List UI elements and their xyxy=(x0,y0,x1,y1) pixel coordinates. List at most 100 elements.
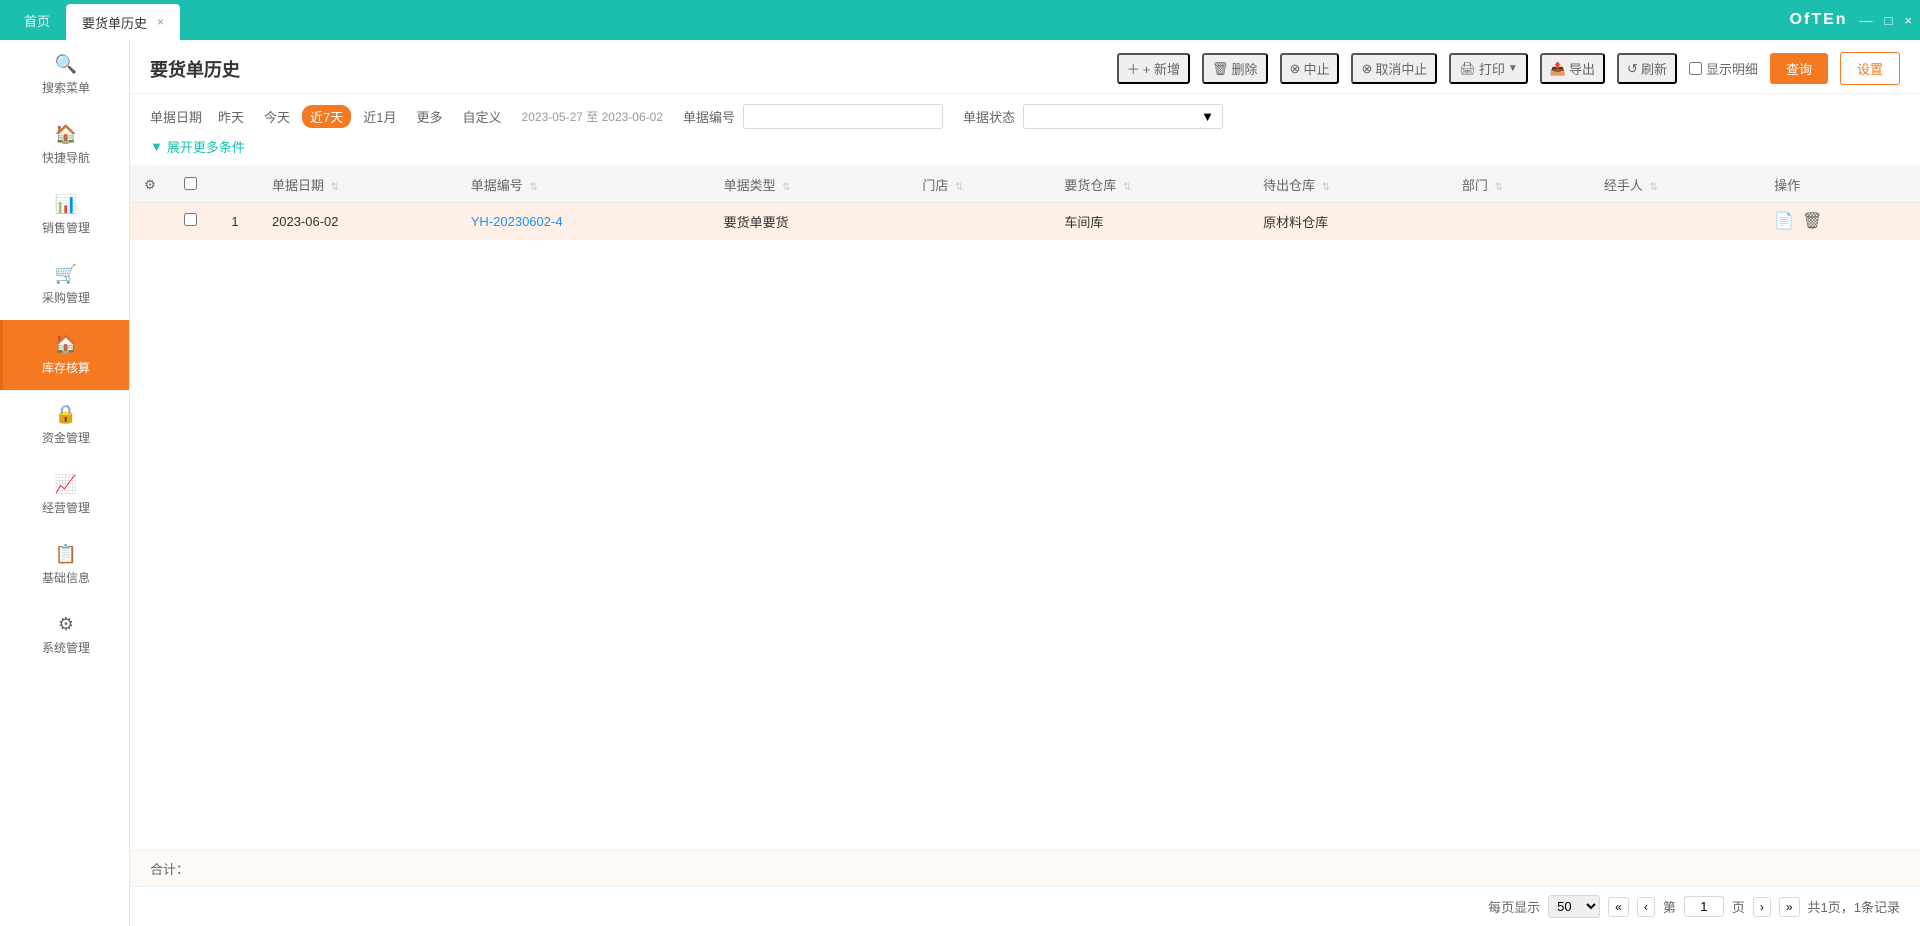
last-page-btn[interactable]: » xyxy=(1779,897,1800,917)
billtype-sort-icon[interactable]: ⇅ xyxy=(782,182,790,193)
window-close-icon[interactable]: × xyxy=(1904,13,1912,28)
system-mgmt-icon: ⚙ xyxy=(58,614,74,635)
sidebar-item-finance-mgmt[interactable]: 🔒 资金管理 xyxy=(0,390,129,460)
new-label: + 新增 xyxy=(1143,59,1180,78)
new-icon: ＋ xyxy=(1127,59,1140,78)
row-handler xyxy=(1592,203,1762,240)
th-settings: ⚙ xyxy=(130,167,170,203)
sidebar-item-purchase-mgmt[interactable]: 🛒 采购管理 xyxy=(0,250,129,320)
select-all-checkbox[interactable] xyxy=(184,177,197,190)
row-select-checkbox[interactable] xyxy=(184,213,197,226)
th-bill-no: 单据编号 ⇅ xyxy=(459,167,712,203)
page-input[interactable] xyxy=(1684,896,1724,917)
stop-icon: ⊗ xyxy=(1290,61,1301,77)
date-btn-custom[interactable]: 自定义 xyxy=(455,105,510,128)
sidebar-item-basic-info-label: 基础信息 xyxy=(42,569,90,586)
column-settings-icon[interactable]: ⚙ xyxy=(144,177,156,192)
bill-no-input[interactable] xyxy=(743,104,943,129)
sidebar-item-basic-info[interactable]: 📋 基础信息 xyxy=(0,530,129,600)
main-layout: 🔍 搜索菜单 🏠 快捷导航 📊 销售管理 🛒 采购管理 🏠 库存核算 🔒 资金管… xyxy=(0,40,1920,926)
expand-more-btn[interactable]: ▼ 展开更多条件 xyxy=(150,137,1900,156)
query-button[interactable]: 查询 xyxy=(1770,53,1828,84)
sidebar-item-system-mgmt[interactable]: ⚙ 系统管理 xyxy=(0,600,129,670)
next-page-btn[interactable]: › xyxy=(1753,897,1771,917)
sidebar-item-inventory[interactable]: 🏠 库存核算 xyxy=(0,320,129,390)
display-detail-label: 显示明细 xyxy=(1706,59,1758,78)
th-index xyxy=(210,167,260,203)
date-btn-today[interactable]: 今天 xyxy=(256,105,298,128)
total-info: 共1页，1条记录 xyxy=(1808,897,1900,916)
new-button[interactable]: ＋ + 新增 xyxy=(1117,53,1190,84)
prev-page-btn[interactable]: ‹ xyxy=(1637,897,1655,917)
billno-sort-icon[interactable]: ⇅ xyxy=(529,182,537,193)
cancel-stop-icon: ⊗ xyxy=(1361,61,1372,77)
sidebar-item-search-menu[interactable]: 🔍 搜索菜单 xyxy=(0,40,129,110)
pendingwh-sort-icon[interactable]: ⇅ xyxy=(1322,182,1330,193)
table-body: 1 2023-06-02 YH-20230602-4 要货单要货 车间库 原材料… xyxy=(130,203,1920,240)
row-settings xyxy=(130,203,170,240)
per-page-select[interactable]: 50 100 xyxy=(1548,895,1600,918)
filter-area: 单据日期 昨天 今天 近7天 近1月 更多 自定义 2023-05-27 至 2… xyxy=(130,94,1920,167)
th-bill-type: 单据类型 ⇅ xyxy=(712,167,911,203)
handler-sort-icon[interactable]: ⇅ xyxy=(1650,182,1658,193)
bill-status-select[interactable]: ▼ xyxy=(1023,104,1223,129)
sidebar-item-inventory-label: 库存核算 xyxy=(42,359,90,376)
refresh-icon: ↺ xyxy=(1627,61,1638,77)
tab-bill-history[interactable]: 要货单历史 × xyxy=(66,4,180,40)
row-edit-icon[interactable]: 📄 xyxy=(1774,211,1794,231)
refresh-button[interactable]: ↺ 刷新 xyxy=(1617,53,1677,84)
display-detail-toggle[interactable]: 显示明细 xyxy=(1689,59,1758,78)
print-button[interactable]: 🖨 打印 ▼ xyxy=(1449,53,1527,84)
row-delete-icon[interactable]: 🗑 xyxy=(1802,211,1822,231)
date-btn-yesterday[interactable]: 昨天 xyxy=(210,105,252,128)
delete-label: 删除 xyxy=(1232,59,1258,78)
sidebar-item-quick-nav[interactable]: 🏠 快捷导航 xyxy=(0,110,129,180)
date-filter-label: 单据日期 xyxy=(150,107,202,126)
search-menu-icon: 🔍 xyxy=(55,54,77,75)
stop-button[interactable]: ⊗ 中止 xyxy=(1280,53,1340,84)
date-btn-7days[interactable]: 近7天 xyxy=(302,105,351,128)
export-label: 导出 xyxy=(1569,59,1595,78)
date-buttons: 昨天 今天 近7天 近1月 更多 自定义 xyxy=(210,105,510,128)
export-button[interactable]: 📤 导出 xyxy=(1540,53,1605,84)
print-label: 打印 xyxy=(1479,59,1505,78)
delete-button[interactable]: 🗑 删除 xyxy=(1202,53,1268,84)
window-maximize-icon[interactable]: □ xyxy=(1885,13,1893,28)
cancel-stop-button[interactable]: ⊗ 取消中止 xyxy=(1351,53,1437,84)
row-department xyxy=(1450,203,1592,240)
bill-no-link[interactable]: YH-20230602-4 xyxy=(471,214,563,229)
tab-close-icon[interactable]: × xyxy=(157,15,164,29)
sidebar-item-purchase-mgmt-label: 采购管理 xyxy=(42,289,90,306)
operations-mgmt-icon: 📈 xyxy=(55,474,77,495)
row-actions: 📄 🗑 xyxy=(1762,203,1920,240)
store-sort-icon[interactable]: ⇅ xyxy=(955,182,963,193)
purchase-mgmt-icon: 🛒 xyxy=(55,264,77,285)
row-index: 1 xyxy=(210,203,260,240)
date-btn-1month[interactable]: 近1月 xyxy=(355,105,404,128)
setting-button[interactable]: 设置 xyxy=(1840,52,1900,85)
page-header: 要货单历史 ＋ + 新增 🗑 删除 ⊗ 中止 ⊗ 取消中止 xyxy=(130,40,1920,94)
reqwh-sort-icon[interactable]: ⇅ xyxy=(1123,182,1131,193)
toolbar: ＋ + 新增 🗑 删除 ⊗ 中止 ⊗ 取消中止 🖨 打印 xyxy=(1117,52,1900,85)
row-store xyxy=(910,203,1052,240)
sidebar-item-operations-mgmt[interactable]: 📈 经营管理 xyxy=(0,460,129,530)
tab-home[interactable]: 首页 xyxy=(8,0,66,40)
summary-label: 合计： xyxy=(150,862,189,877)
date-sort-icon[interactable]: ⇅ xyxy=(331,182,339,193)
bill-status-dropdown-icon: ▼ xyxy=(1201,109,1214,124)
display-detail-checkbox[interactable] xyxy=(1689,62,1702,75)
print-icon: 🖨 xyxy=(1459,61,1476,77)
date-btn-more[interactable]: 更多 xyxy=(409,105,451,128)
sidebar-item-sales-mgmt-label: 销售管理 xyxy=(42,219,90,236)
stop-label: 中止 xyxy=(1303,59,1329,78)
window-minimize-icon[interactable]: — xyxy=(1860,13,1873,28)
table-header-row: ⚙ 单据日期 ⇅ 单据编号 ⇅ xyxy=(130,167,1920,203)
row-req-warehouse: 车间库 xyxy=(1052,203,1251,240)
sidebar-item-sales-mgmt[interactable]: 📊 销售管理 xyxy=(0,180,129,250)
first-page-btn[interactable]: « xyxy=(1608,897,1629,917)
th-date: 单据日期 ⇅ xyxy=(260,167,459,203)
dept-sort-icon[interactable]: ⇅ xyxy=(1495,182,1503,193)
th-department: 部门 ⇅ xyxy=(1450,167,1592,203)
print-dropdown-icon: ▼ xyxy=(1508,63,1518,74)
bill-no-filter: 单据编号 xyxy=(683,104,943,129)
